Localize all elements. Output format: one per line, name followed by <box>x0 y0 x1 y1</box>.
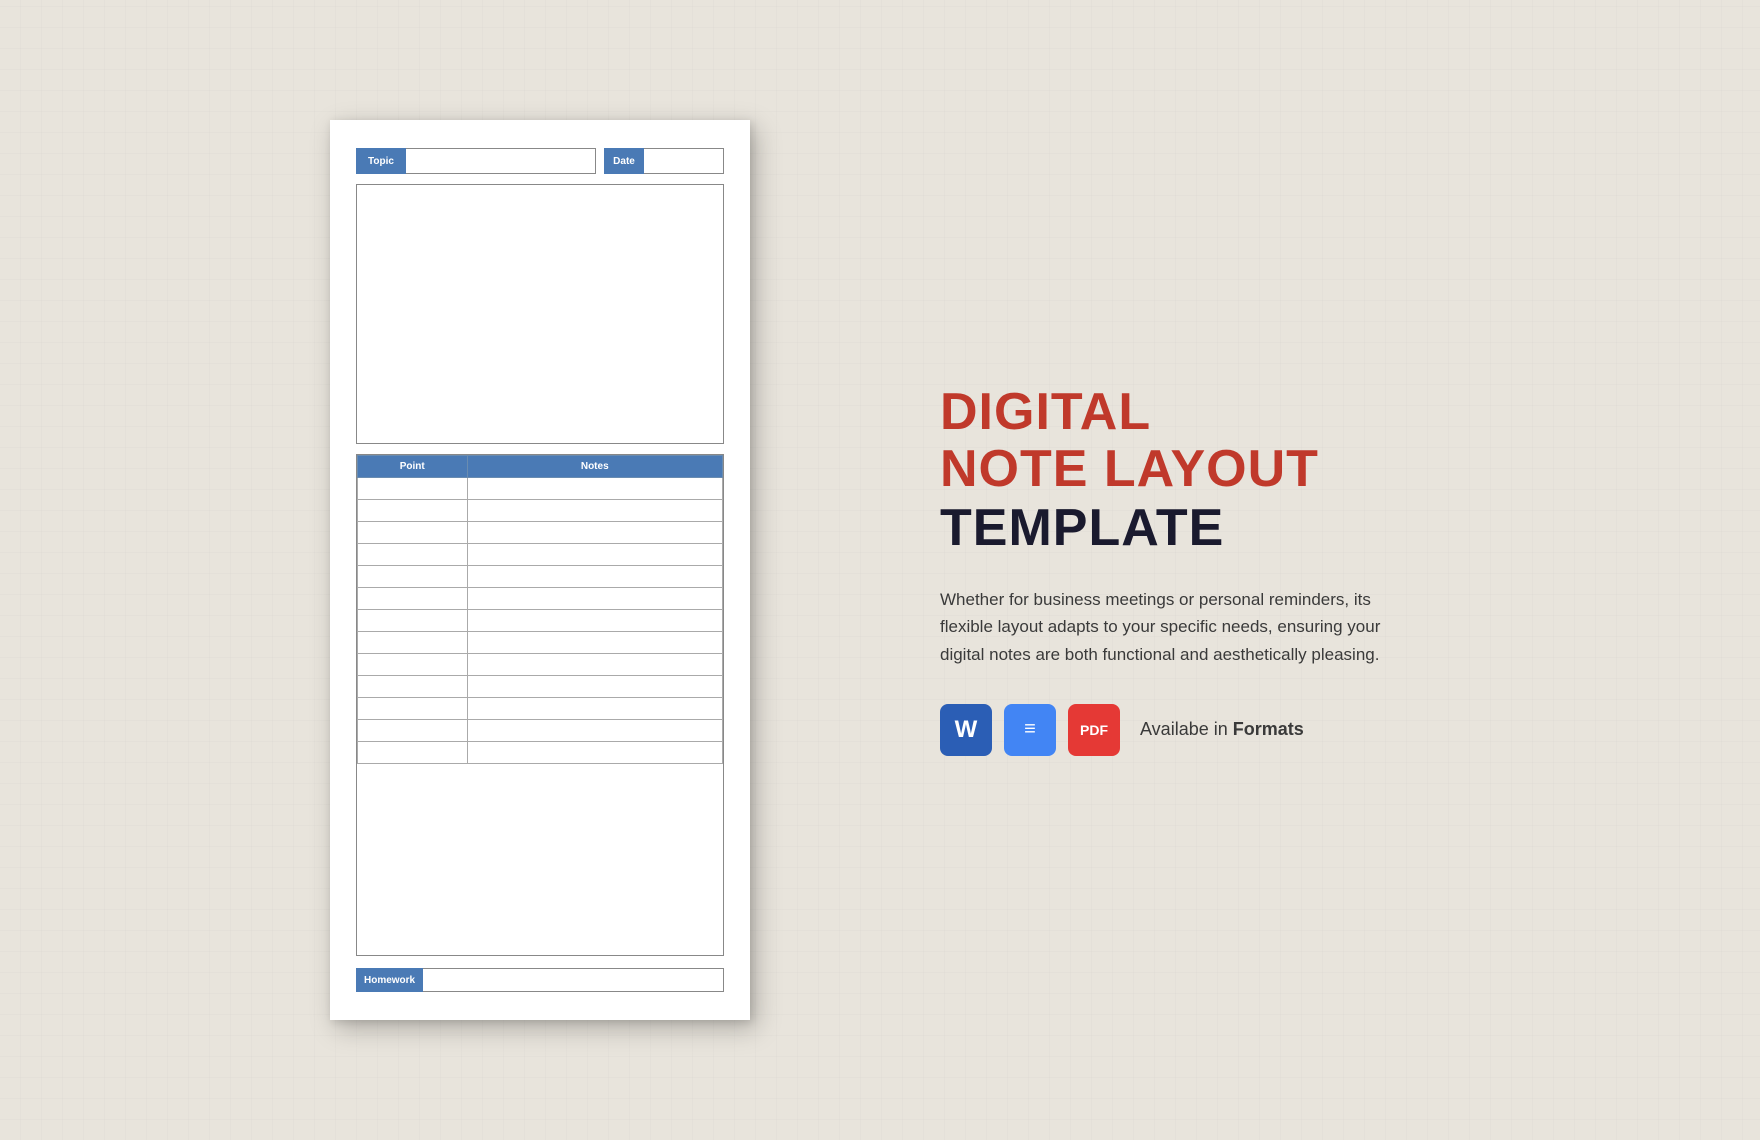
table-cell-notes[interactable] <box>467 632 723 654</box>
formats-text: Availabe in Formats <box>1140 719 1304 740</box>
table-row[interactable] <box>358 676 723 698</box>
table-cell-notes[interactable] <box>467 588 723 610</box>
homework-label: Homework <box>356 968 423 992</box>
table-cell-notes[interactable] <box>467 544 723 566</box>
table-cell-point[interactable] <box>358 478 468 500</box>
table-cell-notes[interactable] <box>467 742 723 764</box>
table-cell-notes[interactable] <box>467 478 723 500</box>
table-cell-notes[interactable] <box>467 500 723 522</box>
word-icon[interactable]: W <box>940 704 992 756</box>
paper-side: Topic Date Point Notes <box>200 0 880 1140</box>
table-cell-point[interactable] <box>358 654 468 676</box>
table-cell-point[interactable] <box>358 566 468 588</box>
table-cell-notes[interactable] <box>467 610 723 632</box>
table-row[interactable] <box>358 478 723 500</box>
table-cell-point[interactable] <box>358 522 468 544</box>
table-cell-point[interactable] <box>358 676 468 698</box>
description-text: Whether for business meetings or persona… <box>940 586 1420 668</box>
table-row[interactable] <box>358 566 723 588</box>
paper-document: Topic Date Point Notes <box>330 120 750 1020</box>
table-cell-notes[interactable] <box>467 698 723 720</box>
notes-area[interactable] <box>356 184 724 444</box>
table-cell-point[interactable] <box>358 632 468 654</box>
main-container: Topic Date Point Notes <box>0 0 1760 1140</box>
title-block: DIGITAL NOTE LAYOUT TEMPLATE <box>940 384 1480 586</box>
table-cell-point[interactable] <box>358 742 468 764</box>
table-row[interactable] <box>358 522 723 544</box>
table-row[interactable] <box>358 720 723 742</box>
table-cell-notes[interactable] <box>467 676 723 698</box>
table-row[interactable] <box>358 698 723 720</box>
table-row[interactable] <box>358 742 723 764</box>
table-row[interactable] <box>358 588 723 610</box>
homework-row: Homework <box>356 968 724 992</box>
table-cell-point[interactable] <box>358 588 468 610</box>
table-row[interactable] <box>358 500 723 522</box>
table-section: Point Notes <box>356 454 724 956</box>
col-point-header: Point <box>358 456 468 478</box>
table-row[interactable] <box>358 632 723 654</box>
table-row[interactable] <box>358 544 723 566</box>
col-notes-header: Notes <box>467 456 723 478</box>
pdf-icon[interactable]: PDF <box>1068 704 1120 756</box>
title-line1: DIGITAL <box>940 384 1480 441</box>
title-line3: TEMPLATE <box>940 499 1480 559</box>
table-row[interactable] <box>358 654 723 676</box>
table-cell-point[interactable] <box>358 500 468 522</box>
date-label: Date <box>604 148 644 174</box>
table-cell-point[interactable] <box>358 544 468 566</box>
formats-row: W ≡ PDF Availabe in Formats <box>940 704 1480 756</box>
table-cell-point[interactable] <box>358 610 468 632</box>
table-row[interactable] <box>358 610 723 632</box>
header-row: Topic Date <box>356 148 724 174</box>
homework-value[interactable] <box>423 968 724 992</box>
date-value[interactable] <box>644 148 724 174</box>
docs-icon[interactable]: ≡ <box>1004 704 1056 756</box>
table-cell-notes[interactable] <box>467 720 723 742</box>
table-cell-notes[interactable] <box>467 566 723 588</box>
table-cell-point[interactable] <box>358 720 468 742</box>
table-cell-point[interactable] <box>358 698 468 720</box>
info-side: DIGITAL NOTE LAYOUT TEMPLATE Whether for… <box>880 384 1560 756</box>
topic-label: Topic <box>356 148 406 174</box>
title-line2: NOTE LAYOUT <box>940 441 1480 498</box>
topic-value[interactable] <box>406 148 596 174</box>
table-cell-notes[interactable] <box>467 654 723 676</box>
table-cell-notes[interactable] <box>467 522 723 544</box>
